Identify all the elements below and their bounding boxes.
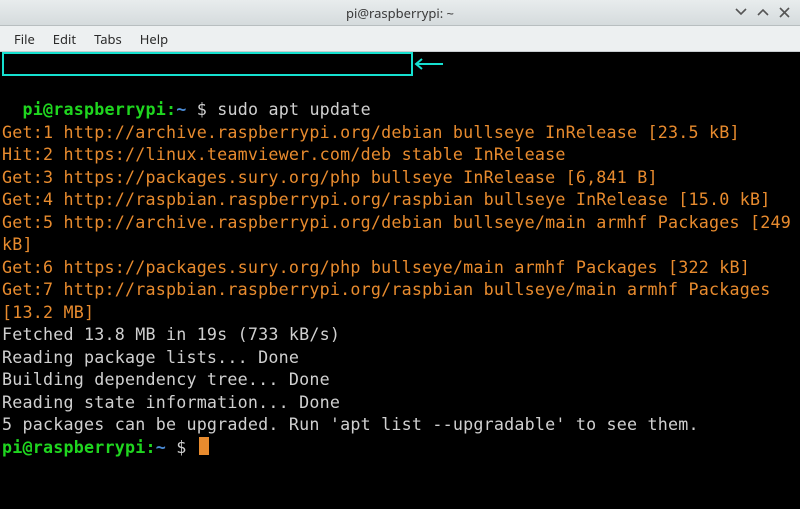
typed-command: sudo apt update (217, 99, 371, 119)
prompt-user-host: pi@raspberrypi (23, 99, 166, 119)
window-controls (735, 4, 800, 22)
output-line: Get:6 https://packages.sury.org/php bull… (2, 257, 750, 277)
output-line: Get:3 https://packages.sury.org/php bull… (2, 167, 658, 187)
terminal-cursor (199, 437, 209, 455)
prompt-user-host: pi@raspberrypi (2, 437, 145, 457)
output-line: Hit:2 https://linux.teamviewer.com/deb s… (2, 144, 566, 164)
arrow-annotation-icon (413, 57, 443, 71)
minimize-button[interactable] (735, 4, 747, 22)
prompt-path: ~ (156, 437, 166, 457)
highlight-box-annotation (2, 52, 413, 76)
output-line: Building dependency tree... Done (2, 369, 330, 389)
prompt-path: ~ (176, 99, 186, 119)
menu-edit[interactable]: Edit (45, 28, 84, 50)
output-line: Get:7 http://raspbian.raspberrypi.org/ra… (2, 279, 781, 322)
menubar: File Edit Tabs Help (0, 26, 800, 52)
window-title: pi@raspberrypi: ~ (346, 4, 454, 22)
output-line: Reading state information... Done (2, 392, 340, 412)
menu-tabs[interactable]: Tabs (86, 28, 130, 50)
output-line: Get:4 http://raspbian.raspberrypi.org/ra… (2, 189, 771, 209)
terminal-viewport[interactable]: pi@raspberrypi:~ $ sudo apt update Get:1… (0, 52, 800, 509)
prompt-dollar: $ (166, 437, 197, 457)
prompt-colon: : (145, 437, 155, 457)
output-line: Fetched 13.8 MB in 19s (733 kB/s) (2, 324, 340, 344)
menu-file[interactable]: File (6, 28, 43, 50)
output-line: Get:1 http://archive.raspberrypi.org/deb… (2, 122, 740, 142)
maximize-button[interactable] (757, 4, 769, 22)
output-line: Get:5 http://archive.raspberrypi.org/deb… (2, 212, 800, 255)
menu-help[interactable]: Help (132, 28, 176, 50)
prompt-dollar: $ (186, 99, 217, 119)
close-button[interactable] (779, 4, 790, 22)
output-line: 5 packages can be upgraded. Run 'apt lis… (2, 414, 699, 434)
window-titlebar: pi@raspberrypi: ~ (0, 0, 800, 26)
output-line: Reading package lists... Done (2, 347, 299, 367)
prompt-colon: : (166, 99, 176, 119)
